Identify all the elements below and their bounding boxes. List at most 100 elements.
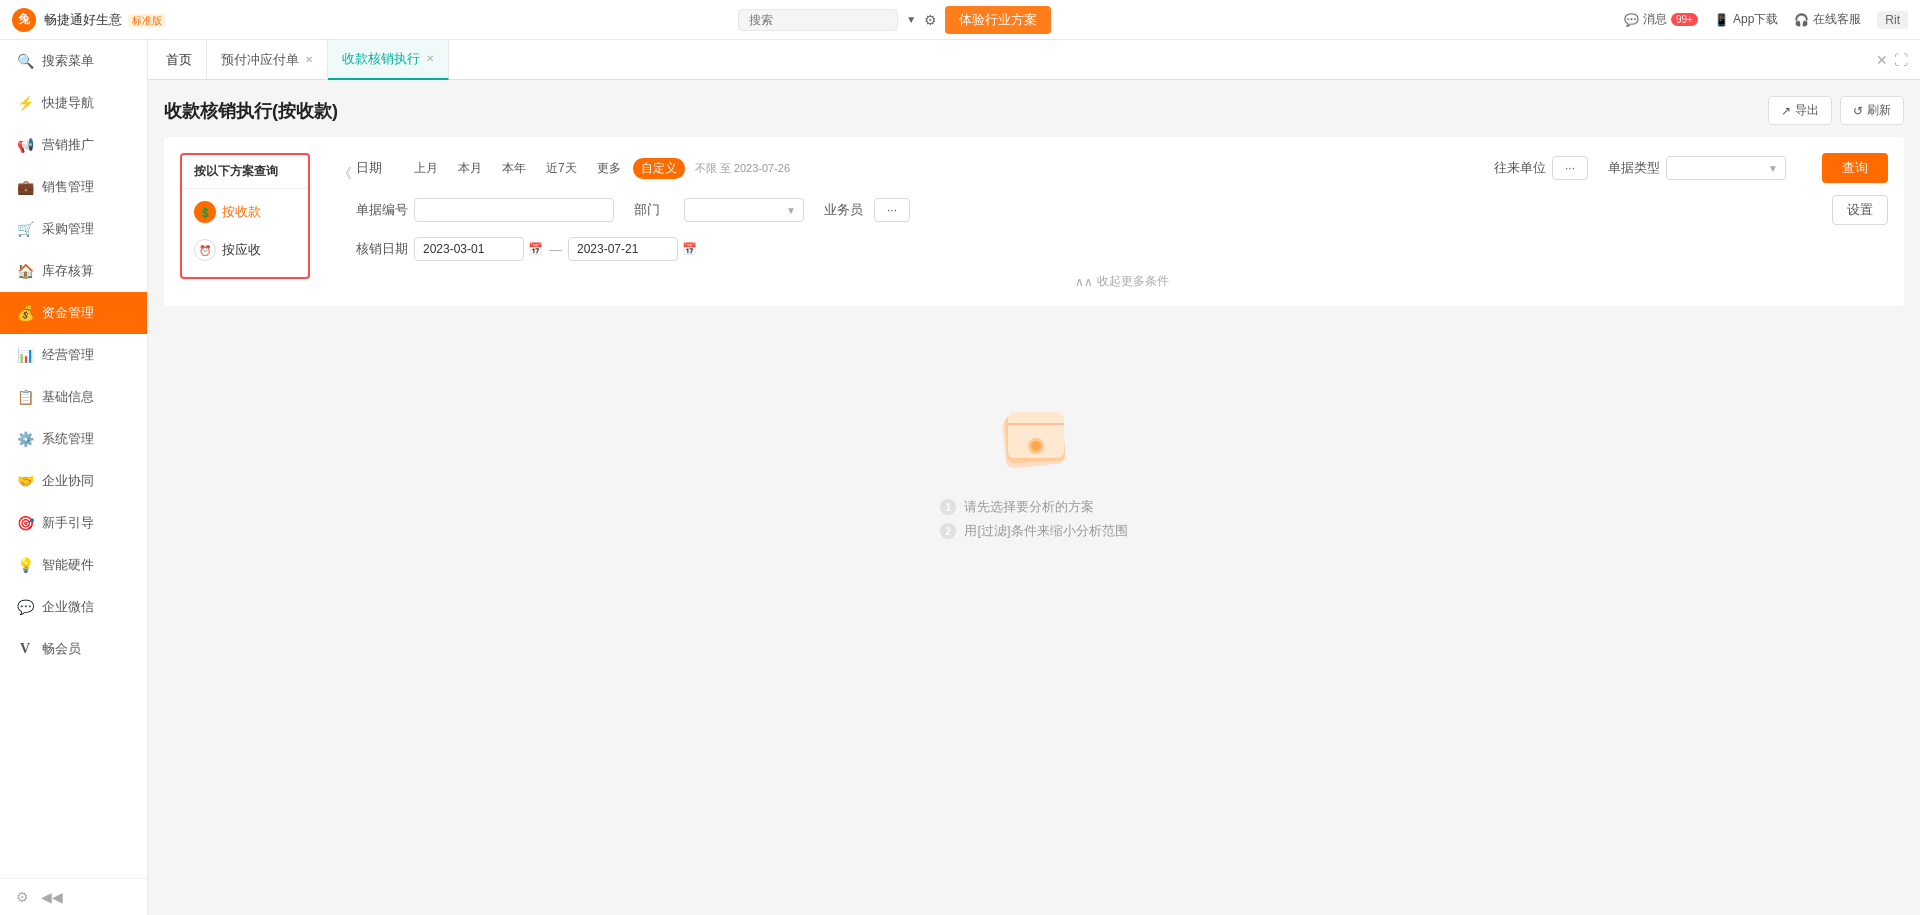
sidebar-item-shortcuts[interactable]: ⚡ 快捷导航 bbox=[0, 82, 147, 124]
date-chip-this-month[interactable]: 本月 bbox=[450, 158, 490, 179]
sidebar-item-label: 搜索菜单 bbox=[42, 52, 94, 70]
date-chip-more[interactable]: 更多 bbox=[589, 158, 629, 179]
online-service-btn[interactable]: 🎧 在线客服 bbox=[1794, 11, 1861, 28]
date-chip-last-month[interactable]: 上月 bbox=[406, 158, 446, 179]
filter-sidebar-title: 按以下方案查询 bbox=[182, 163, 308, 189]
query-button[interactable]: 查询 bbox=[1822, 153, 1888, 183]
collapse-chevron-icon: ∧∧ bbox=[1075, 275, 1093, 289]
enterprise-icon: 🤝 bbox=[16, 473, 34, 489]
calendar-start-icon[interactable]: 📅 bbox=[528, 242, 543, 256]
sidebar-item-funds[interactable]: 💰 资金管理 bbox=[0, 292, 147, 334]
settings-gear-icon[interactable]: ⚙ bbox=[924, 12, 937, 28]
page-header-actions: ↗ 导出 ↺ 刷新 bbox=[1768, 96, 1904, 125]
sidebar-item-label: 系统管理 bbox=[42, 430, 94, 448]
date-chip-custom[interactable]: 自定义 bbox=[633, 158, 685, 179]
top-bar: 兔 畅捷通好生意 标准版 ▼ ⚙ 体验行业方案 💬 消息 99+ 📱 App下载… bbox=[0, 0, 1920, 40]
bill-type-label: 单据类型 bbox=[1608, 159, 1660, 177]
filter-sidebar-collapse-btn[interactable]: 《 bbox=[334, 157, 356, 187]
sidebar-item-enterprise[interactable]: 🤝 企业协同 bbox=[0, 460, 147, 502]
date-label: 日期 bbox=[356, 159, 400, 177]
bill-no-input[interactable] bbox=[414, 198, 614, 222]
verify-start-input[interactable] bbox=[414, 237, 524, 261]
verify-date-label: 核销日期 bbox=[356, 240, 408, 258]
empty-hint-1: 1 请先选择要分析的方案 bbox=[940, 498, 1127, 516]
tab-close-all-icon[interactable]: ✕ bbox=[1876, 52, 1888, 68]
sidebar-item-operations[interactable]: 📊 经营管理 bbox=[0, 334, 147, 376]
setting-button[interactable]: 设置 bbox=[1832, 195, 1888, 225]
sidebar-item-search[interactable]: 🔍 搜索菜单 bbox=[0, 40, 147, 82]
filter-panel: 按以下方案查询 💲 按收款 ⏰ 按应收 《 bbox=[164, 137, 1904, 306]
headset-icon: 🎧 bbox=[1794, 13, 1809, 27]
member-icon: V bbox=[16, 641, 34, 657]
tab-expand-icon[interactable]: ⛶ bbox=[1894, 52, 1908, 68]
version-tag: 标准版 bbox=[128, 14, 166, 27]
filter-option-by-receivable[interactable]: ⏰ 按应收 bbox=[182, 231, 308, 269]
bill-no-label: 单据编号 bbox=[356, 201, 408, 219]
sidebar-item-system[interactable]: ⚙️ 系统管理 bbox=[0, 418, 147, 460]
sidebar-item-member[interactable]: V 畅会员 bbox=[0, 628, 147, 670]
sidebar-item-wechat[interactable]: 💬 企业微信 bbox=[0, 586, 147, 628]
user-avatar[interactable]: Rit bbox=[1877, 11, 1908, 29]
tab-receipt-label: 收款核销执行 bbox=[342, 50, 420, 68]
message-btn[interactable]: 💬 消息 99+ bbox=[1624, 11, 1698, 28]
solution-button[interactable]: 体验行业方案 bbox=[945, 6, 1051, 34]
sidebar-item-inventory[interactable]: 🏠 库存核算 bbox=[0, 250, 147, 292]
tab-receipt-writeoff[interactable]: 收款核销执行 ✕ bbox=[328, 40, 449, 80]
filter-option-receipt-label: 按收款 bbox=[222, 203, 261, 221]
app-download-label: App下载 bbox=[1733, 11, 1778, 28]
export-label: 导出 bbox=[1795, 102, 1819, 119]
tab-prepay[interactable]: 预付冲应付单 ✕ bbox=[207, 40, 328, 80]
tab-receipt-close[interactable]: ✕ bbox=[426, 53, 434, 64]
sidebar-item-hardware[interactable]: 💡 智能硬件 bbox=[0, 544, 147, 586]
sidebar-item-label: 快捷导航 bbox=[42, 94, 94, 112]
sidebar-item-label: 企业协同 bbox=[42, 472, 94, 490]
bill-type-select[interactable] bbox=[1666, 156, 1786, 180]
hardware-icon: 💡 bbox=[16, 557, 34, 573]
date-chip-this-year[interactable]: 本年 bbox=[494, 158, 534, 179]
collapse-sidebar-icon[interactable]: ◀◀ bbox=[41, 889, 63, 905]
hint-num-2: 2 bbox=[940, 523, 956, 539]
dept-field: 部门 ▼ bbox=[634, 198, 804, 222]
tab-prepay-close[interactable]: ✕ bbox=[305, 54, 313, 65]
content-area: 首页 预付冲应付单 ✕ 收款核销执行 ✕ ✕ ⛶ 收款核销执行(按收款) bbox=[148, 40, 1920, 915]
dropdown-chevron-icon[interactable]: ▼ bbox=[906, 14, 916, 25]
export-button[interactable]: ↗ 导出 bbox=[1768, 96, 1832, 125]
basic-info-icon: 📋 bbox=[16, 389, 34, 405]
salesman-select-btn[interactable]: ··· bbox=[874, 198, 910, 222]
collapse-more-btn[interactable]: ∧∧ 收起更多条件 bbox=[1075, 273, 1169, 290]
top-search-input[interactable] bbox=[738, 9, 898, 31]
operations-icon: 📊 bbox=[16, 347, 34, 363]
online-service-label: 在线客服 bbox=[1813, 11, 1861, 28]
tab-home[interactable]: 首页 bbox=[152, 40, 207, 80]
app-download-btn[interactable]: 📱 App下载 bbox=[1714, 11, 1778, 28]
query-row-3: 核销日期 📅 — 📅 bbox=[356, 237, 1888, 261]
bill-no-field: 单据编号 bbox=[356, 198, 614, 222]
export-icon: ↗ bbox=[1781, 104, 1791, 118]
sidebar-item-marketing[interactable]: 📢 营销推广 bbox=[0, 124, 147, 166]
sidebar-item-basic-info[interactable]: 📋 基础信息 bbox=[0, 376, 147, 418]
sidebar-item-sales[interactable]: 💼 销售管理 bbox=[0, 166, 147, 208]
sidebar-item-purchase[interactable]: 🛒 采购管理 bbox=[0, 208, 147, 250]
sidebar-item-label: 畅会员 bbox=[42, 640, 81, 658]
sidebar-item-guide[interactable]: 🎯 新手引导 bbox=[0, 502, 147, 544]
filter-option-by-receipt[interactable]: 💲 按收款 bbox=[182, 193, 308, 231]
empty-hints: 1 请先选择要分析的方案 2 用[过滤]条件来缩小分析范围 bbox=[940, 498, 1127, 540]
dept-select[interactable] bbox=[684, 198, 804, 222]
date-chip-7days[interactable]: 近7天 bbox=[538, 158, 585, 179]
hint-text-1: 请先选择要分析的方案 bbox=[964, 498, 1094, 516]
top-bar-right: 💬 消息 99+ 📱 App下载 🎧 在线客服 Rit bbox=[1624, 11, 1908, 29]
purchase-icon: 🛒 bbox=[16, 221, 34, 237]
partner-select-btn[interactable]: ··· bbox=[1552, 156, 1588, 180]
settings-bottom-icon[interactable]: ⚙ bbox=[16, 889, 29, 905]
query-actions: 查询 bbox=[1806, 153, 1888, 183]
sidebar-item-label: 采购管理 bbox=[42, 220, 94, 238]
verify-start-wrap: 📅 bbox=[414, 237, 543, 261]
refresh-button[interactable]: ↺ 刷新 bbox=[1840, 96, 1904, 125]
sidebar-item-label: 销售管理 bbox=[42, 178, 94, 196]
empty-hint-2: 2 用[过滤]条件来缩小分析范围 bbox=[940, 522, 1127, 540]
app-name: 畅捷通好生意 bbox=[44, 12, 122, 27]
calendar-end-icon[interactable]: 📅 bbox=[682, 242, 697, 256]
verify-end-input[interactable] bbox=[568, 237, 678, 261]
funds-icon: 💰 bbox=[16, 305, 34, 321]
collapse-label: 收起更多条件 bbox=[1097, 273, 1169, 290]
